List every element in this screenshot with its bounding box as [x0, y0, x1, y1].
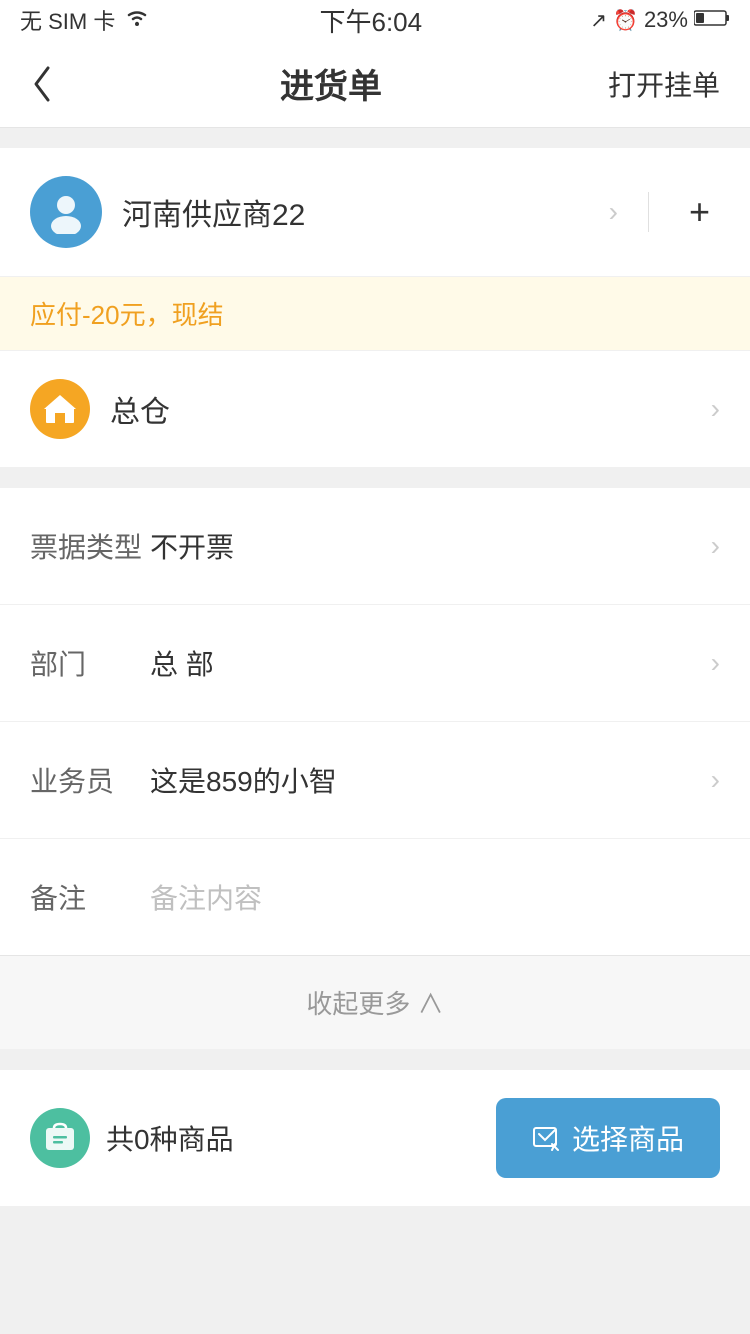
location-icon: ↗ [590, 8, 607, 33]
supplier-row[interactable]: 河南供应商22 › + [0, 148, 750, 277]
page-title: 进货单 [280, 59, 382, 108]
department-label: 部门 [30, 643, 150, 683]
alarm-icon: ⏰ [613, 8, 638, 33]
back-button[interactable] [30, 64, 54, 104]
section-divider-3 [0, 1049, 750, 1069]
warehouse-chevron-icon: › [711, 393, 720, 425]
invoice-label: 票据类型 [30, 526, 150, 566]
product-count-label: 共0种商品 [106, 1118, 496, 1158]
status-bar: 无 SIM 卡 下午6:04 ↗ ⏰ 23% [0, 0, 750, 40]
warehouse-name: 总仓 [110, 387, 711, 431]
wifi-icon [123, 7, 151, 33]
chevron-right-icon: › [609, 196, 618, 228]
salesperson-value: 这是859的小智 [150, 760, 711, 800]
nav-bar: 进货单 打开挂单 [0, 40, 750, 128]
open-pending-button[interactable]: 打开挂单 [608, 64, 720, 104]
vertical-divider [648, 192, 649, 232]
collapse-label: 收起更多 ∧ [306, 984, 443, 1021]
product-icon-wrap [30, 1108, 90, 1168]
salesperson-chevron-icon: › [711, 764, 720, 796]
supplier-name: 河南供应商22 [122, 190, 609, 234]
bottom-section: 共0种商品 选择商品 [0, 1069, 750, 1206]
supplier-actions: › + [609, 191, 720, 233]
status-time: 下午6:04 [320, 2, 423, 39]
form-row-invoice[interactable]: 票据类型 不开票 › [0, 487, 750, 604]
form-section: 票据类型 不开票 › 部门 总 部 › 业务员 这是859的小智 › 备注 备注… [0, 487, 750, 955]
collapse-row[interactable]: 收起更多 ∧ [0, 955, 750, 1049]
remark-label: 备注 [30, 877, 150, 917]
form-row-remark[interactable]: 备注 备注内容 [0, 838, 750, 955]
select-products-label: 选择商品 [572, 1118, 684, 1158]
carrier-label: 无 SIM 卡 [20, 4, 115, 36]
remark-value: 备注内容 [150, 877, 720, 917]
supplier-section: 河南供应商22 › + 应付-20元，现结 总仓 › [0, 148, 750, 467]
battery-label: 23% [644, 7, 688, 33]
form-row-department[interactable]: 部门 总 部 › [0, 604, 750, 721]
notice-text: 应付-20元，现结 [30, 300, 224, 330]
section-divider-1 [0, 128, 750, 148]
status-left: 无 SIM 卡 [20, 4, 151, 36]
status-right: ↗ ⏰ 23% [590, 7, 730, 33]
select-products-button[interactable]: 选择商品 [496, 1098, 720, 1178]
invoice-chevron-icon: › [711, 530, 720, 562]
department-chevron-icon: › [711, 647, 720, 679]
section-divider-2 [0, 467, 750, 487]
page: 无 SIM 卡 下午6:04 ↗ ⏰ 23% [0, 0, 750, 1334]
notice-bar: 应付-20元，现结 [0, 277, 750, 350]
warehouse-row[interactable]: 总仓 › [0, 350, 750, 467]
add-supplier-button[interactable]: + [679, 191, 720, 233]
department-value: 总 部 [150, 643, 711, 683]
salesperson-label: 业务员 [30, 760, 150, 800]
warehouse-icon-wrap [30, 379, 90, 439]
form-row-salesperson[interactable]: 业务员 这是859的小智 › [0, 721, 750, 838]
battery-icon [694, 7, 730, 33]
avatar [30, 176, 102, 248]
invoice-value: 不开票 [150, 526, 711, 566]
